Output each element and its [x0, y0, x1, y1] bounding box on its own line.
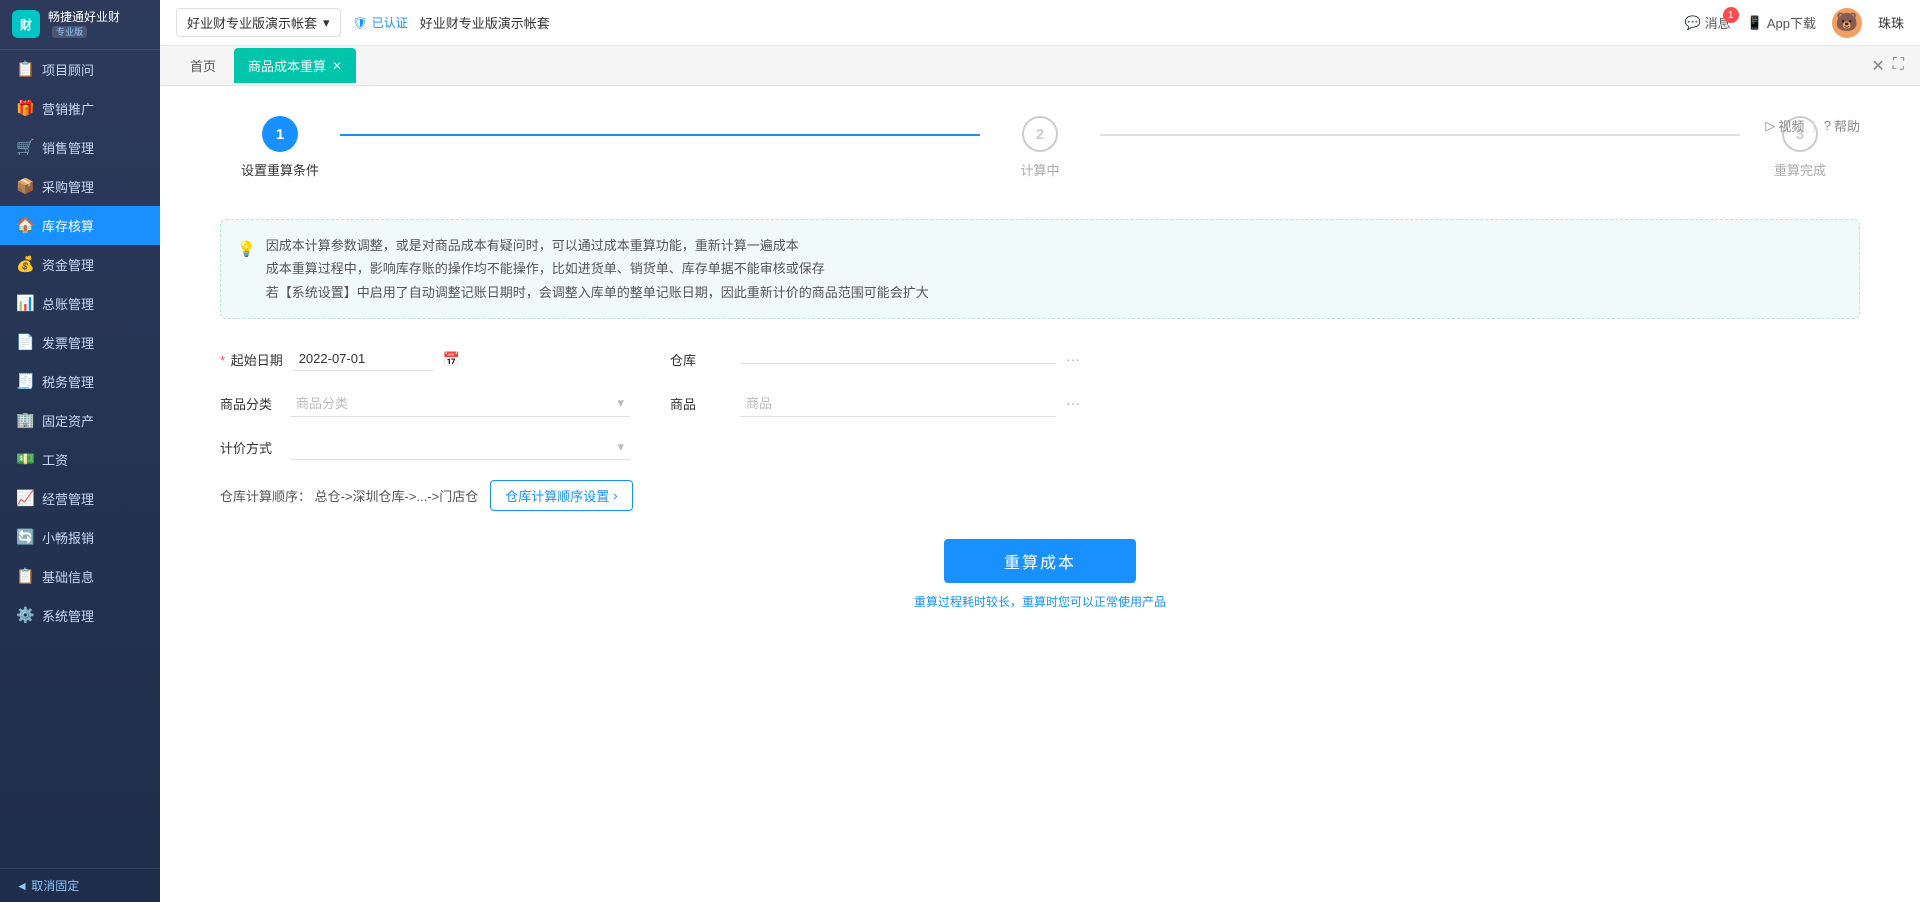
sidebar-item-basic[interactable]: 📋基础信息: [0, 557, 160, 596]
warehouse-more-icon[interactable]: ···: [1066, 351, 1080, 367]
pricing-select[interactable]: ▾: [290, 435, 630, 460]
tab-close-window-icon[interactable]: ✕: [1871, 56, 1884, 76]
step-2: 2 计算中: [980, 116, 1100, 179]
chevron-down-icon: ▾: [617, 439, 624, 455]
play-icon: ▷: [1765, 118, 1775, 134]
tab-recalc[interactable]: 商品成本重算 ✕: [234, 48, 356, 83]
sidebar-item-purchase[interactable]: 📦采购管理: [0, 167, 160, 206]
message-icon: 💬: [1684, 15, 1700, 31]
sidebar-item-system[interactable]: ⚙️系统管理: [0, 596, 160, 635]
step-1-label: 设置重算条件: [241, 160, 319, 179]
sidebar-item-operation[interactable]: 📈经营管理: [0, 479, 160, 518]
sidebar: 财 畅捷通好业财 专业版 📋项目顾问🎁营销推广🛒销售管理📦采购管理🏠库存核算💰资…: [0, 0, 160, 902]
pricing-row: 计价方式 ▾: [220, 435, 630, 460]
warehouse-label: 仓库: [670, 350, 730, 369]
user-avatar[interactable]: 🐻: [1832, 8, 1862, 38]
question-icon: ?: [1824, 118, 1831, 133]
sidebar-item-finance[interactable]: 💰资金管理: [0, 245, 160, 284]
category-row: 商品分类 商品分类 ▾: [220, 389, 630, 417]
warehouse-setting-button[interactable]: 仓库计算顺序设置 ›: [490, 480, 632, 511]
sidebar-nav: 📋项目顾问🎁营销推广🛒销售管理📦采购管理🏠库存核算💰资金管理📊总账管理📄发票管理…: [0, 50, 160, 868]
main-area: 好业财专业版演示帐套 ▾ 🛡 已认证 好业财专业版演示帐套 💬 消息 1 📱 A…: [160, 0, 1920, 902]
account-select[interactable]: 好业财专业版演示帐套 ▾: [176, 8, 341, 37]
recalc-button[interactable]: 重算成本: [944, 539, 1136, 583]
category-label: 商品分类: [220, 394, 280, 413]
username-display[interactable]: 珠珠: [1878, 13, 1904, 32]
message-badge: 1: [1723, 7, 1739, 23]
tab-controls: ✕ ⛶: [1871, 56, 1904, 76]
info-text: 因成本计算参数调整，或是对商品成本有疑问时，可以通过成本重算功能，重新计算一遍成…: [266, 234, 929, 304]
video-link[interactable]: ▷ 视频: [1765, 116, 1804, 135]
tab-close-icon[interactable]: ✕: [332, 59, 342, 73]
warehouse-order-label: 仓库计算顺序： 总仓->深圳仓库->...->门店仓: [220, 486, 478, 505]
warehouse-select[interactable]: [740, 355, 1056, 364]
step-2-circle: 2: [1022, 116, 1058, 152]
step-1-circle: 1: [262, 116, 298, 152]
sidebar-unpin[interactable]: ◄ 取消固定: [0, 868, 160, 902]
help-links: ▷ 视频 | ? 帮助: [1765, 116, 1860, 135]
start-date-row: * 起始日期 📅: [220, 347, 630, 371]
tab-home[interactable]: 首页: [176, 48, 230, 83]
chevron-down-icon: ▾: [617, 395, 624, 411]
app-logo-text: 畅捷通好业财 专业版: [48, 10, 120, 39]
account-name-display: 好业财专业版演示帐套: [420, 13, 550, 32]
calendar-icon[interactable]: 📅: [443, 351, 460, 368]
sidebar-item-dashboard[interactable]: 📋项目顾问: [0, 50, 160, 89]
start-date-input[interactable]: [293, 347, 433, 371]
step-1: 1 设置重算条件: [220, 116, 340, 179]
recalc-note: 重算过程耗时较长，重算时您可以正常使用产品: [914, 593, 1166, 610]
sidebar-item-accounting[interactable]: 📊总账管理: [0, 284, 160, 323]
sidebar-item-sales[interactable]: 🛒销售管理: [0, 128, 160, 167]
product-select[interactable]: 商品: [740, 389, 1056, 417]
verified-badge: 🛡 已认证: [353, 14, 408, 31]
sidebar-item-inventory[interactable]: 🏠库存核算: [0, 206, 160, 245]
sidebar-item-marketing[interactable]: 🎁营销推广: [0, 89, 160, 128]
app-download-button[interactable]: 📱 App下载: [1747, 13, 1816, 32]
steps-container: 1 设置重算条件 2 计算中 3 重算完成: [220, 116, 1860, 179]
pricing-label: 计价方式: [220, 438, 280, 457]
tab-expand-icon[interactable]: ⛶: [1893, 56, 1904, 76]
sidebar-item-tax[interactable]: 🧾税务管理: [0, 362, 160, 401]
step-line-2: [1100, 134, 1740, 136]
form-grid: * 起始日期 📅 仓库 ··· 商品分类 商品分类 ▾: [220, 347, 1080, 460]
topbar: 好业财专业版演示帐套 ▾ 🛡 已认证 好业财专业版演示帐套 💬 消息 1 📱 A…: [160, 0, 1920, 46]
warehouse-row: 仓库 ···: [670, 347, 1080, 371]
help-link[interactable]: ? 帮助: [1824, 116, 1860, 135]
warehouse-order-row: 仓库计算顺序： 总仓->深圳仓库->...->门店仓 仓库计算顺序设置 ›: [220, 480, 1080, 511]
product-row: 商品 商品 ···: [670, 389, 1080, 417]
sidebar-item-payroll[interactable]: 💵工资: [0, 440, 160, 479]
step-line-1: [340, 134, 980, 136]
recalc-section: 重算成本 重算过程耗时较长，重算时您可以正常使用产品: [220, 539, 1860, 610]
phone-icon: 📱: [1747, 15, 1763, 31]
sidebar-logo: 财 畅捷通好业财 专业版: [0, 0, 160, 50]
sidebar-item-invoice[interactable]: 📄发票管理: [0, 323, 160, 362]
start-date-label: * 起始日期: [220, 350, 283, 369]
product-more-icon[interactable]: ···: [1066, 395, 1080, 411]
step-3-label: 重算完成: [1774, 160, 1826, 179]
app-logo-icon: 财: [12, 10, 40, 38]
tabbar: 首页 商品成本重算 ✕ ✕ ⛶: [160, 46, 1920, 86]
info-box: 💡 因成本计算参数调整，或是对商品成本有疑问时，可以通过成本重算功能，重新计算一…: [220, 219, 1860, 319]
topbar-right: 💬 消息 1 📱 App下载 🐻 珠珠: [1684, 8, 1904, 38]
product-label: 商品: [670, 394, 730, 413]
message-button[interactable]: 💬 消息 1: [1684, 13, 1730, 32]
sidebar-item-expense[interactable]: 🔄小畅报销: [0, 518, 160, 557]
category-select[interactable]: 商品分类 ▾: [290, 389, 630, 417]
content-area: 1 设置重算条件 2 计算中 3 重算完成: [160, 86, 1920, 902]
sidebar-item-assets[interactable]: 🏢固定资产: [0, 401, 160, 440]
step-2-label: 计算中: [1020, 160, 1059, 179]
bulb-icon: 💡: [237, 236, 256, 263]
shield-icon: 🛡: [353, 16, 368, 30]
arrow-right-icon: ›: [613, 488, 617, 503]
chevron-down-icon: ▾: [323, 15, 330, 31]
